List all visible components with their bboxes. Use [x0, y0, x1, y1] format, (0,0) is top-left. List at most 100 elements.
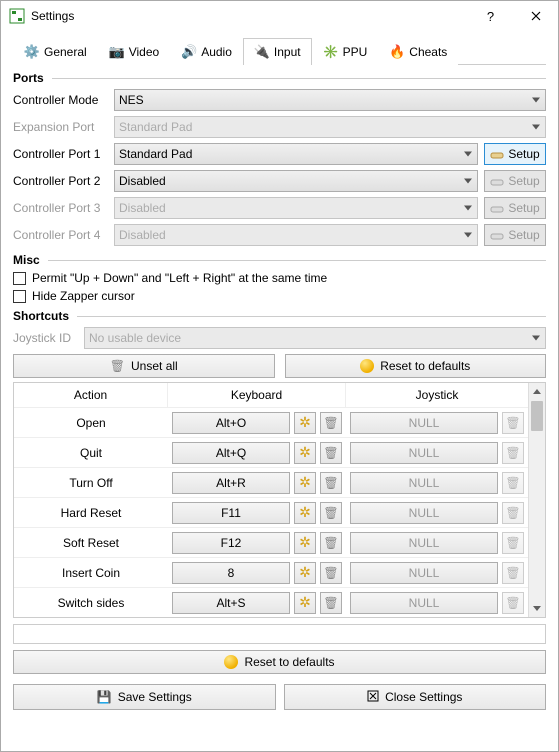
trash-icon: 🗑 — [505, 416, 520, 430]
status-line — [13, 624, 546, 644]
joystick-binding-button[interactable]: NULL — [350, 412, 498, 434]
joystick-binding-button[interactable]: NULL — [350, 532, 498, 554]
set-default-button[interactable]: ✲ — [294, 532, 316, 554]
controller-port1-row: Controller Port 1 Standard Pad Setup — [13, 142, 546, 166]
unset-button[interactable]: 🗑 — [320, 562, 342, 584]
reset-icon — [224, 655, 238, 669]
help-button[interactable]: ? — [468, 1, 513, 31]
controller-port3-select: Disabled — [114, 197, 478, 219]
tab-general[interactable]: ⚙️General — [13, 38, 98, 65]
unset-button[interactable]: 🗑 — [320, 472, 342, 494]
table-row: QuitAlt+Q✲🗑NULL🗑 — [14, 437, 528, 467]
hide-zapper-checkbox[interactable] — [13, 290, 26, 303]
action-cell: Turn Off — [14, 476, 168, 490]
controller-mode-row: Controller Mode NES — [13, 88, 546, 112]
set-default-button[interactable]: ✲ — [294, 562, 316, 584]
action-cell: Hard Reset — [14, 506, 168, 520]
unset-joy-button: 🗑 — [502, 592, 524, 614]
action-cell: Quit — [14, 446, 168, 460]
controller-icon — [490, 149, 504, 159]
unset-button[interactable]: 🗑 — [320, 442, 342, 464]
joystick-binding-button[interactable]: NULL — [350, 472, 498, 494]
reset-icon — [360, 359, 374, 373]
tabs-bar: ⚙️General 📷Video 🔊Audio 🔌Input ✳️PPU 🔥Ch… — [13, 37, 546, 65]
trash-icon: 🗑 — [323, 416, 338, 430]
reset-defaults-bottom-button[interactable]: Reset to defaults — [13, 650, 546, 674]
close-icon — [367, 690, 379, 705]
keyboard-binding-button[interactable]: Alt+Q — [172, 442, 290, 464]
unset-all-button[interactable]: 🗑Unset all — [13, 354, 275, 378]
shortcuts-table: Action Keyboard Joystick OpenAlt+O✲🗑NULL… — [13, 382, 546, 618]
unset-joy-button: 🗑 — [502, 442, 524, 464]
trash-icon: 🗑 — [505, 566, 520, 580]
scroll-down-icon[interactable] — [529, 600, 545, 617]
flower-icon: ✲ — [299, 594, 311, 611]
table-row: Insert Coin 8✲ 🗑 NULL 🗑 — [14, 557, 528, 587]
ports-section-label: Ports — [13, 71, 546, 85]
table-row: Turn OffAlt+R✲🗑NULL🗑 — [14, 467, 528, 497]
keyboard-binding-button[interactable]: 8 — [172, 562, 290, 584]
save-settings-button[interactable]: 💾Save Settings — [13, 684, 276, 710]
unset-button[interactable]: 🗑 — [320, 592, 342, 614]
set-default-button[interactable]: ✲ — [294, 592, 316, 614]
camera-icon: 📷 — [109, 44, 125, 60]
joystick-binding-button[interactable]: NULL — [350, 562, 498, 584]
app-icon — [9, 8, 25, 24]
keyboard-binding-button[interactable]: Alt+R — [172, 472, 290, 494]
action-cell: Insert Coin — [14, 566, 168, 580]
scroll-up-icon[interactable] — [529, 383, 545, 400]
unset-button[interactable]: 🗑 — [320, 532, 342, 554]
shortcuts-section-label: Shortcuts — [13, 309, 546, 323]
set-default-button[interactable]: ✲ — [294, 442, 316, 464]
setup-button-port4: Setup — [484, 224, 546, 246]
unset-button[interactable]: 🗑 — [320, 412, 342, 434]
keyboard-binding-button[interactable]: F11 — [172, 502, 290, 524]
col-keyboard: Keyboard — [168, 383, 346, 407]
tab-cheats[interactable]: 🔥Cheats — [378, 38, 458, 65]
trash-icon: 🗑 — [505, 536, 520, 550]
action-cell: Switch sides — [14, 596, 168, 610]
scroll-thumb[interactable] — [531, 401, 543, 431]
tab-video[interactable]: 📷Video — [98, 38, 170, 65]
controller-icon — [490, 176, 504, 186]
flower-icon: ✲ — [299, 414, 311, 431]
controller-port3-row: Controller Port 3 Disabled Setup — [13, 196, 546, 220]
controller-port4-row: Controller Port 4 Disabled Setup — [13, 223, 546, 247]
misc-section-label: Misc — [13, 253, 546, 267]
controller-port2-label: Controller Port 2 — [13, 174, 108, 188]
expansion-port-label: Expansion Port — [13, 120, 108, 134]
close-button[interactable] — [513, 1, 558, 31]
unset-button[interactable]: 🗑 — [320, 502, 342, 524]
controller-port1-select[interactable]: Standard Pad — [114, 143, 478, 165]
set-default-button[interactable]: ✲ — [294, 472, 316, 494]
joystick-id-label: Joystick ID — [13, 331, 78, 345]
joystick-binding-button[interactable]: NULL — [350, 442, 498, 464]
joystick-binding-button[interactable]: NULL — [350, 502, 498, 524]
action-cell: Open — [14, 416, 168, 430]
col-joystick: Joystick — [346, 383, 528, 407]
tab-input[interactable]: 🔌Input — [243, 38, 312, 65]
keyboard-binding-button[interactable]: Alt+O — [172, 412, 290, 434]
tab-ppu[interactable]: ✳️PPU — [312, 38, 379, 65]
table-scrollbar[interactable] — [528, 383, 545, 617]
hide-zapper-row: Hide Zapper cursor — [13, 289, 546, 303]
joystick-id-select: No usable device — [84, 327, 546, 349]
chip-icon: ✳️ — [323, 44, 339, 60]
trash-icon: 🗑 — [505, 596, 520, 610]
controller-port3-label: Controller Port 3 — [13, 201, 108, 215]
setup-button-port1[interactable]: Setup — [484, 143, 546, 165]
unset-joy-button: 🗑 — [502, 412, 524, 434]
set-default-button[interactable]: ✲ — [294, 412, 316, 434]
tab-audio[interactable]: 🔊Audio — [170, 38, 243, 65]
permit-updown-checkbox[interactable] — [13, 272, 26, 285]
close-settings-button[interactable]: Close Settings — [284, 684, 547, 710]
speaker-icon: 🔊 — [181, 44, 197, 60]
set-default-button[interactable]: ✲ — [294, 502, 316, 524]
controller-port2-select[interactable]: Disabled — [114, 170, 478, 192]
keyboard-binding-button[interactable]: Alt+S — [172, 592, 290, 614]
controller-mode-select[interactable]: NES — [114, 89, 546, 111]
joystick-binding-button[interactable]: NULL — [350, 592, 498, 614]
trash-icon: 🗑 — [323, 566, 338, 580]
keyboard-binding-button[interactable]: F12 — [172, 532, 290, 554]
reset-defaults-button[interactable]: Reset to defaults — [285, 354, 547, 378]
